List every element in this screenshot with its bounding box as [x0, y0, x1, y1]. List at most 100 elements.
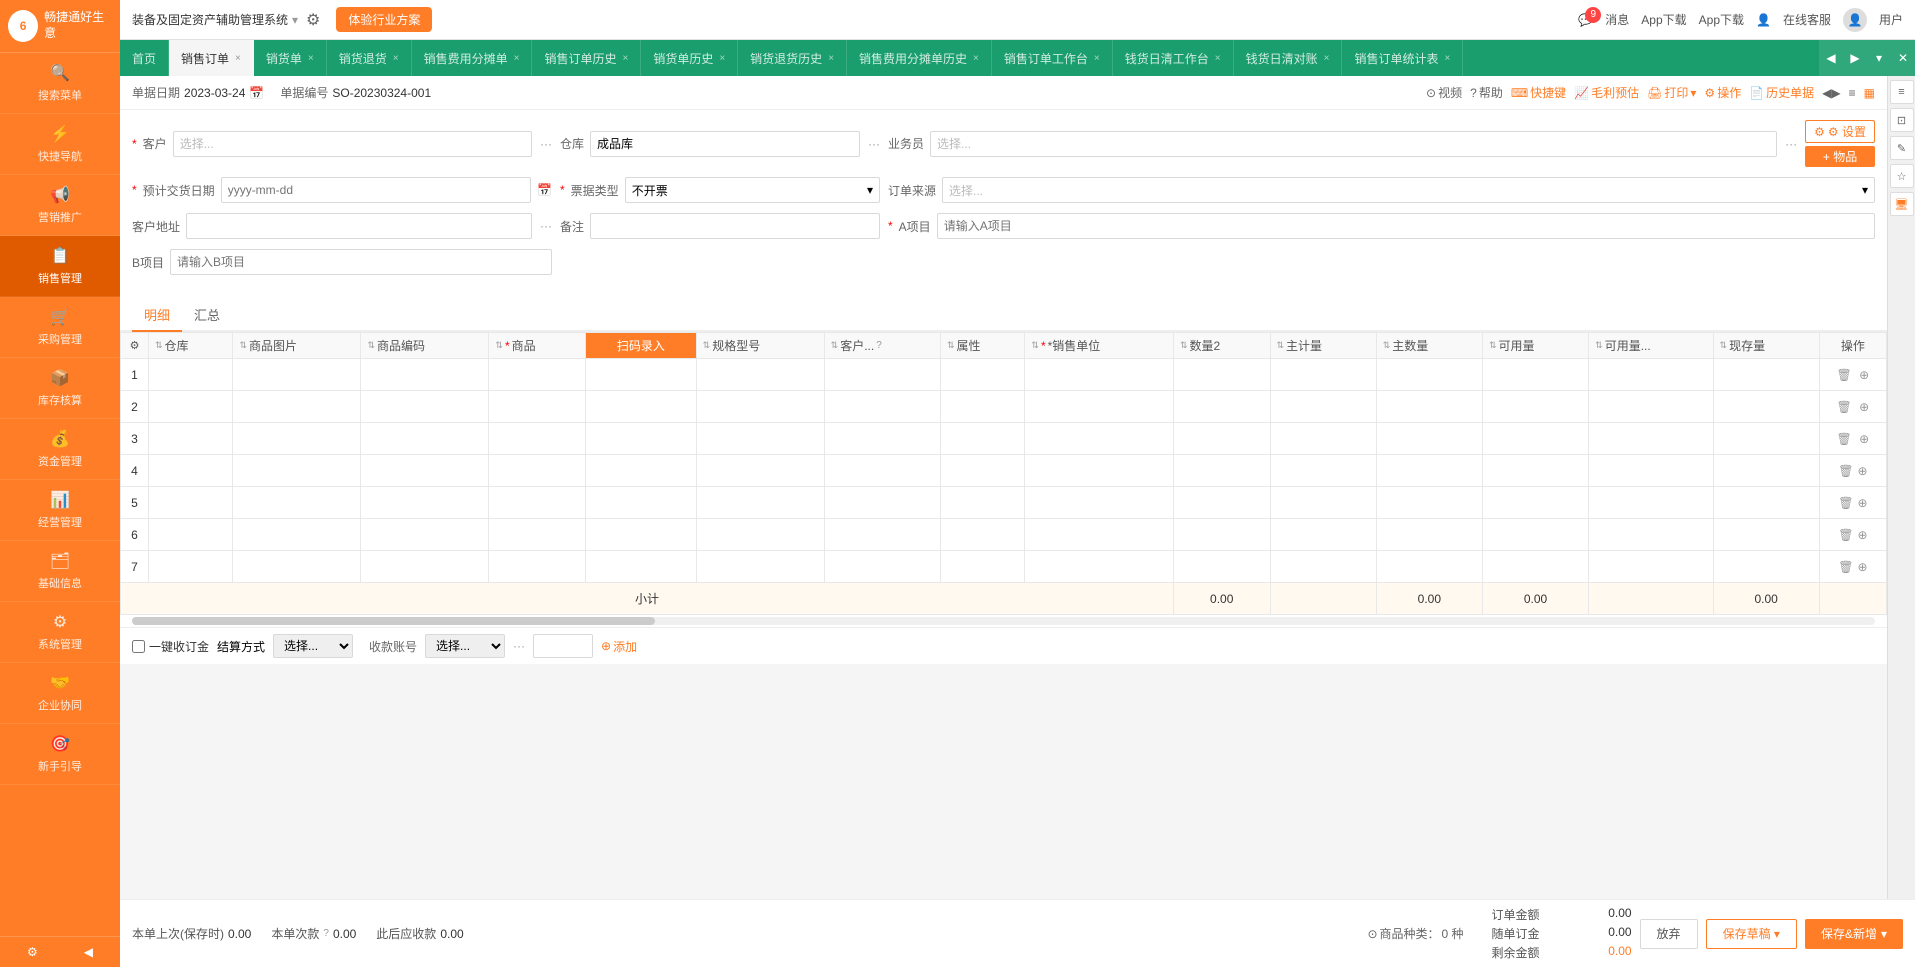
tab-summary[interactable]: 汇总 [182, 299, 232, 330]
delivery-input[interactable] [221, 177, 531, 203]
cell-cq-6[interactable] [1713, 519, 1819, 551]
cell-product-2[interactable] [489, 391, 586, 423]
cell-attr-1[interactable] [940, 359, 1024, 391]
tab-order-workbench[interactable]: 销售订单工作台 × [992, 40, 1113, 76]
print-action[interactable]: 🖨 打印 ▾ [1647, 84, 1696, 101]
staff-more-btn[interactable]: ··· [1785, 137, 1797, 151]
cell-product-1[interactable] [489, 359, 586, 391]
print-dropdown-icon[interactable]: ▾ [1690, 86, 1696, 100]
b-project-input[interactable] [170, 249, 552, 275]
cell-mqty-4[interactable] [1376, 455, 1482, 487]
tab-close-cash-workbench[interactable]: × [1215, 53, 1221, 64]
cell-ccode-6[interactable] [824, 519, 940, 551]
amount-input[interactable]: 0.00 [533, 634, 593, 658]
cell-mqty-3[interactable] [1376, 423, 1482, 455]
row-copy-icon-4[interactable]: ⊕ [1857, 464, 1867, 478]
invoice-select[interactable]: 不开票 ▾ [625, 177, 880, 203]
cell-qty2-3[interactable] [1173, 423, 1270, 455]
cell-warehouse-6[interactable] [149, 519, 233, 551]
tab-close-all[interactable]: ✕ [1891, 40, 1915, 76]
row-delete-icon-7[interactable]: 🗑 [1838, 560, 1853, 574]
tab-prev-arrow[interactable]: ◀ [1819, 40, 1843, 76]
cell-qty2-7[interactable] [1173, 551, 1270, 583]
cell-av-7[interactable] [1482, 551, 1588, 583]
cell-av-3[interactable] [1482, 423, 1588, 455]
row-copy-icon-2[interactable]: ⊕ [1859, 400, 1869, 414]
cell-munit-6[interactable] [1270, 519, 1376, 551]
cell-product-4[interactable] [489, 455, 586, 487]
cell-code-7[interactable] [361, 551, 489, 583]
cell-mqty-5[interactable] [1376, 487, 1482, 519]
order-source-select[interactable]: 选择... ▾ [942, 177, 1875, 203]
sidebar-item-guide[interactable]: 🎯 新手引导 [0, 724, 120, 785]
cell-mqty-2[interactable] [1376, 391, 1482, 423]
cell-mqty-6[interactable] [1376, 519, 1482, 551]
cell-cq-1[interactable] [1713, 359, 1819, 391]
sidebar-item-inventory[interactable]: 📦 库存核算 [0, 358, 120, 419]
cell-ccode-3[interactable] [824, 423, 940, 455]
tab-close-stats[interactable]: × [1444, 53, 1450, 64]
tab-order-history[interactable]: 销售订单历史 × [532, 40, 641, 76]
customer-select[interactable]: 选择... [173, 131, 532, 157]
cell-cq-2[interactable] [1713, 391, 1819, 423]
view-toggle-icon[interactable]: ◀▶ [1822, 86, 1840, 100]
profit-action[interactable]: 📈 毛利预估 [1574, 84, 1639, 101]
sidebar-item-collab[interactable]: 🤝 企业协同 [0, 663, 120, 724]
one-click-checkbox-label[interactable]: 一键收订金 [132, 638, 209, 655]
cell-qty2-2[interactable] [1173, 391, 1270, 423]
cell-code-3[interactable] [361, 423, 489, 455]
delivery-calendar-icon[interactable]: 📅 [537, 183, 552, 197]
cell-av-6[interactable] [1482, 519, 1588, 551]
tab-close-sales-fee[interactable]: × [514, 53, 520, 64]
a-project-input[interactable] [937, 213, 1875, 239]
cell-av-5[interactable] [1482, 487, 1588, 519]
tab-close-fee-history[interactable]: × [973, 53, 979, 64]
cell-attr-7[interactable] [940, 551, 1024, 583]
cell-product-7[interactable] [489, 551, 586, 583]
cell-av-4[interactable] [1482, 455, 1588, 487]
cell-cq-4[interactable] [1713, 455, 1819, 487]
cell-qty2-6[interactable] [1173, 519, 1270, 551]
view-action[interactable]: ⊙ 视频 [1426, 84, 1462, 101]
sidebar-item-basic-info[interactable]: 🗂 基础信息 [0, 541, 120, 602]
sidebar-item-finance[interactable]: 💰 资金管理 [0, 419, 120, 480]
cell-scan-5[interactable] [585, 487, 696, 519]
tab-sales-fee[interactable]: 销售费用分摊单 × [412, 40, 533, 76]
right-btn-copy[interactable]: ⊡ [1890, 108, 1914, 132]
cell-av-1[interactable] [1482, 359, 1588, 391]
cell-unit-4[interactable] [1025, 455, 1174, 487]
cell-spec-7[interactable] [696, 551, 824, 583]
cell-image-3[interactable] [233, 423, 361, 455]
tab-cash-workbench[interactable]: 钱货日清工作台 × [1113, 40, 1234, 76]
tab-expand-arrow[interactable]: ▾ [1867, 40, 1891, 76]
cell-unit-3[interactable] [1025, 423, 1174, 455]
right-btn-edit[interactable]: ✎ [1890, 136, 1914, 160]
customer-more-btn[interactable]: ··· [540, 137, 552, 151]
account-select[interactable]: 选择... [425, 634, 505, 658]
cell-spec-1[interactable] [696, 359, 824, 391]
cell-attr-3[interactable] [940, 423, 1024, 455]
cell-warehouse-2[interactable] [149, 391, 233, 423]
sidebar-item-sales[interactable]: 📋 销售管理 [0, 236, 120, 297]
cell-image-7[interactable] [233, 551, 361, 583]
table-scrollbar-thumb[interactable] [132, 617, 655, 625]
cell-product-6[interactable] [489, 519, 586, 551]
cell-spec-2[interactable] [696, 391, 824, 423]
cell-scan-3[interactable] [585, 423, 696, 455]
row-delete-icon-1[interactable]: 🗑 [1837, 368, 1852, 382]
cell-image-1[interactable] [233, 359, 361, 391]
cell-qty2-4[interactable] [1173, 455, 1270, 487]
user-name[interactable]: 用户 [1879, 11, 1903, 28]
tab-close-order-history[interactable]: × [622, 53, 628, 64]
tab-reconcile[interactable]: 钱货日清对账 × [1234, 40, 1343, 76]
app-download-text[interactable]: App下载 [1699, 11, 1744, 28]
tab-close-return-history[interactable]: × [828, 53, 834, 64]
cell-av2-4[interactable] [1589, 455, 1713, 487]
cell-av-2[interactable] [1482, 391, 1588, 423]
tab-goods-history[interactable]: 销货单历史 × [641, 40, 738, 76]
cell-attr-2[interactable] [940, 391, 1024, 423]
warehouse-select[interactable]: 成品库 [590, 131, 860, 157]
cell-warehouse-4[interactable] [149, 455, 233, 487]
tab-sales-order[interactable]: 销售订单 × [169, 40, 254, 76]
right-btn-monitor[interactable]: 🖥 [1890, 192, 1914, 216]
